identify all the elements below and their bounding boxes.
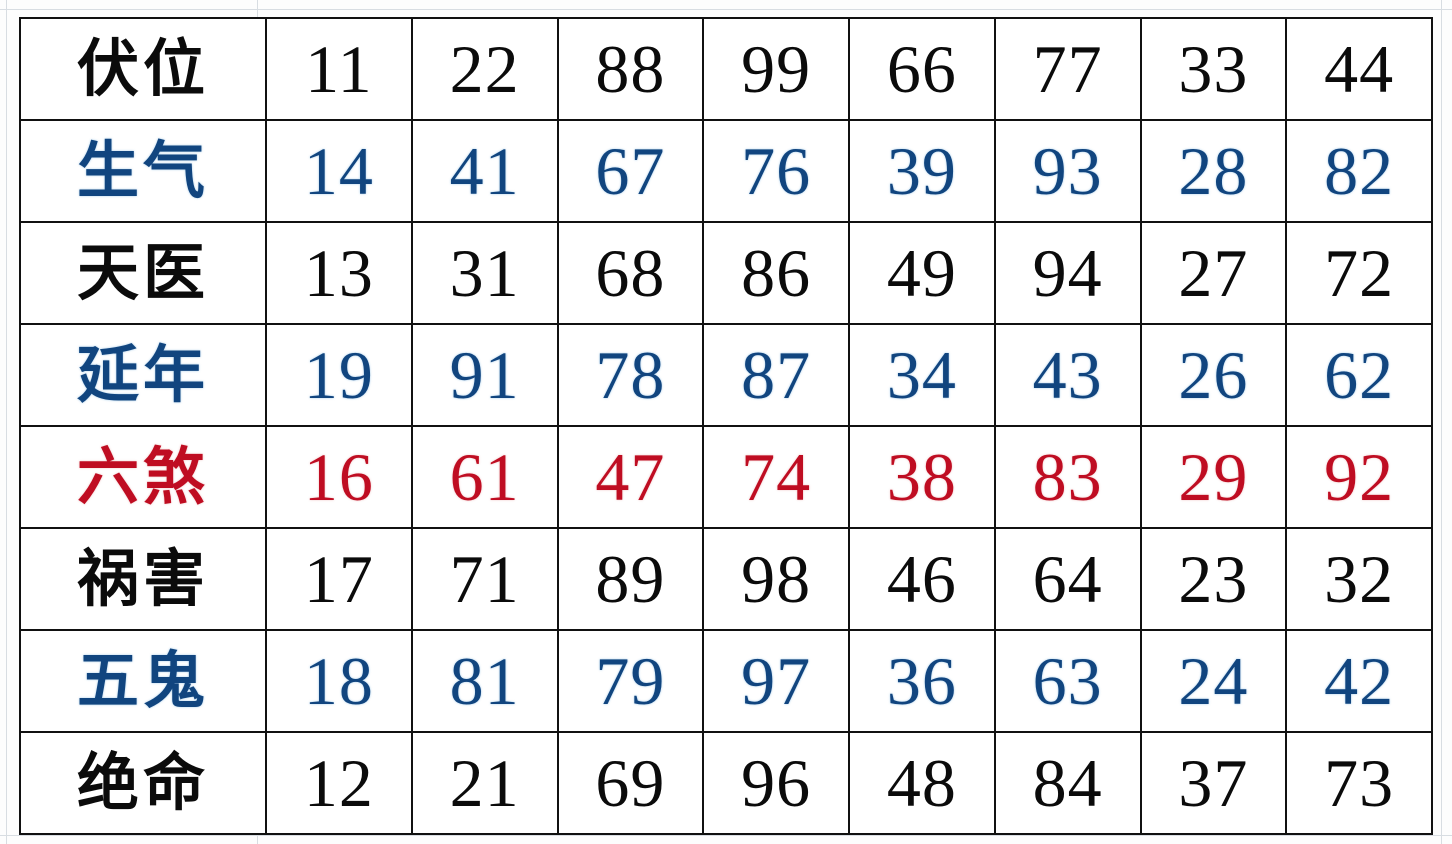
number-cell[interactable]: 26 [1139, 323, 1288, 427]
number-cell[interactable]: 41 [410, 119, 559, 223]
number-cell[interactable]: 49 [848, 221, 996, 325]
number-cell[interactable]: 34 [848, 323, 996, 427]
number-cell[interactable]: 22 [410, 17, 559, 121]
number-cell[interactable]: 89 [556, 527, 705, 631]
number-cell[interactable]: 96 [702, 731, 850, 835]
number-cell[interactable]: 71 [410, 527, 559, 631]
table-row: 祸害 17 71 89 98 46 64 23 32 [19, 527, 1433, 631]
number-cell[interactable]: 31 [410, 221, 559, 325]
number-cell[interactable]: 62 [1285, 323, 1433, 427]
number-cell[interactable]: 76 [702, 119, 850, 223]
bagua-number-table: 伏位 11 22 88 99 66 77 33 44 生气 14 41 67 76 39 93 28 82 天医 13… [19, 17, 1433, 835]
number-cell[interactable]: 99 [702, 17, 850, 121]
number-cell[interactable]: 81 [410, 629, 559, 733]
number-cell[interactable]: 13 [265, 221, 413, 325]
number-cell[interactable]: 83 [993, 425, 1142, 529]
number-cell[interactable]: 14 [265, 119, 413, 223]
number-cell[interactable]: 79 [556, 629, 705, 733]
row-label-cell[interactable]: 生气 [19, 119, 267, 223]
page-canvas: 伏位 11 22 88 99 66 77 33 44 生气 14 41 67 76 39 93 28 82 天医 13… [0, 0, 1452, 844]
number-cell[interactable]: 38 [848, 425, 996, 529]
number-cell[interactable]: 88 [556, 17, 705, 121]
number-cell[interactable]: 42 [1285, 629, 1433, 733]
number-cell[interactable]: 37 [1139, 731, 1288, 835]
table-row: 五鬼 18 81 79 97 36 63 24 42 [19, 629, 1433, 733]
number-cell[interactable]: 61 [410, 425, 559, 529]
number-cell[interactable]: 39 [848, 119, 996, 223]
number-cell[interactable]: 94 [993, 221, 1142, 325]
number-cell[interactable]: 12 [265, 731, 413, 835]
row-label-cell[interactable]: 六煞 [19, 425, 267, 529]
number-cell[interactable]: 28 [1139, 119, 1288, 223]
number-cell[interactable]: 16 [265, 425, 413, 529]
number-cell[interactable]: 84 [993, 731, 1142, 835]
number-cell[interactable]: 29 [1139, 425, 1288, 529]
number-cell[interactable]: 44 [1285, 17, 1433, 121]
number-cell[interactable]: 43 [993, 323, 1142, 427]
table-body: 伏位 11 22 88 99 66 77 33 44 生气 14 41 67 76 39 93 28 82 天医 13… [19, 17, 1433, 835]
number-cell[interactable]: 98 [702, 527, 850, 631]
table-row: 天医 13 31 68 86 49 94 27 72 [19, 221, 1433, 325]
table-row: 绝命 12 21 69 96 48 84 37 73 [19, 731, 1433, 835]
number-cell[interactable]: 82 [1285, 119, 1433, 223]
number-cell[interactable]: 27 [1139, 221, 1288, 325]
number-cell[interactable]: 67 [556, 119, 705, 223]
row-label-cell[interactable]: 延年 [19, 323, 267, 427]
number-cell[interactable]: 68 [556, 221, 705, 325]
number-cell[interactable]: 63 [993, 629, 1142, 733]
table-row: 六煞 16 61 47 74 38 83 29 92 [19, 425, 1433, 529]
number-cell[interactable]: 77 [993, 17, 1142, 121]
number-cell[interactable]: 18 [265, 629, 413, 733]
number-cell[interactable]: 66 [848, 17, 996, 121]
row-label-cell[interactable]: 绝命 [19, 731, 267, 835]
number-cell[interactable]: 72 [1285, 221, 1433, 325]
number-cell[interactable]: 23 [1139, 527, 1288, 631]
number-cell[interactable]: 64 [993, 527, 1142, 631]
number-cell[interactable]: 48 [848, 731, 996, 835]
number-cell[interactable]: 24 [1139, 629, 1288, 733]
number-cell[interactable]: 92 [1285, 425, 1433, 529]
number-cell[interactable]: 33 [1139, 17, 1288, 121]
number-cell[interactable]: 86 [702, 221, 850, 325]
number-cell[interactable]: 47 [556, 425, 705, 529]
row-label-cell[interactable]: 祸害 [19, 527, 267, 631]
table-row: 伏位 11 22 88 99 66 77 33 44 [19, 17, 1433, 121]
table-row: 生气 14 41 67 76 39 93 28 82 [19, 119, 1433, 223]
number-cell[interactable]: 93 [993, 119, 1142, 223]
table-row: 延年 19 91 78 87 34 43 26 62 [19, 323, 1433, 427]
number-cell[interactable]: 69 [556, 731, 705, 835]
row-label-cell[interactable]: 天医 [19, 221, 267, 325]
number-cell[interactable]: 32 [1285, 527, 1433, 631]
number-cell[interactable]: 46 [848, 527, 996, 631]
number-cell[interactable]: 91 [410, 323, 559, 427]
number-cell[interactable]: 74 [702, 425, 850, 529]
number-cell[interactable]: 17 [265, 527, 413, 631]
number-cell[interactable]: 97 [702, 629, 850, 733]
number-cell[interactable]: 36 [848, 629, 996, 733]
number-cell[interactable]: 21 [410, 731, 559, 835]
number-cell[interactable]: 78 [556, 323, 705, 427]
number-cell[interactable]: 87 [702, 323, 850, 427]
row-label-cell[interactable]: 五鬼 [19, 629, 267, 733]
number-cell[interactable]: 73 [1285, 731, 1433, 835]
number-cell[interactable]: 19 [265, 323, 413, 427]
number-cell[interactable]: 11 [265, 17, 413, 121]
row-label-cell[interactable]: 伏位 [19, 17, 267, 121]
